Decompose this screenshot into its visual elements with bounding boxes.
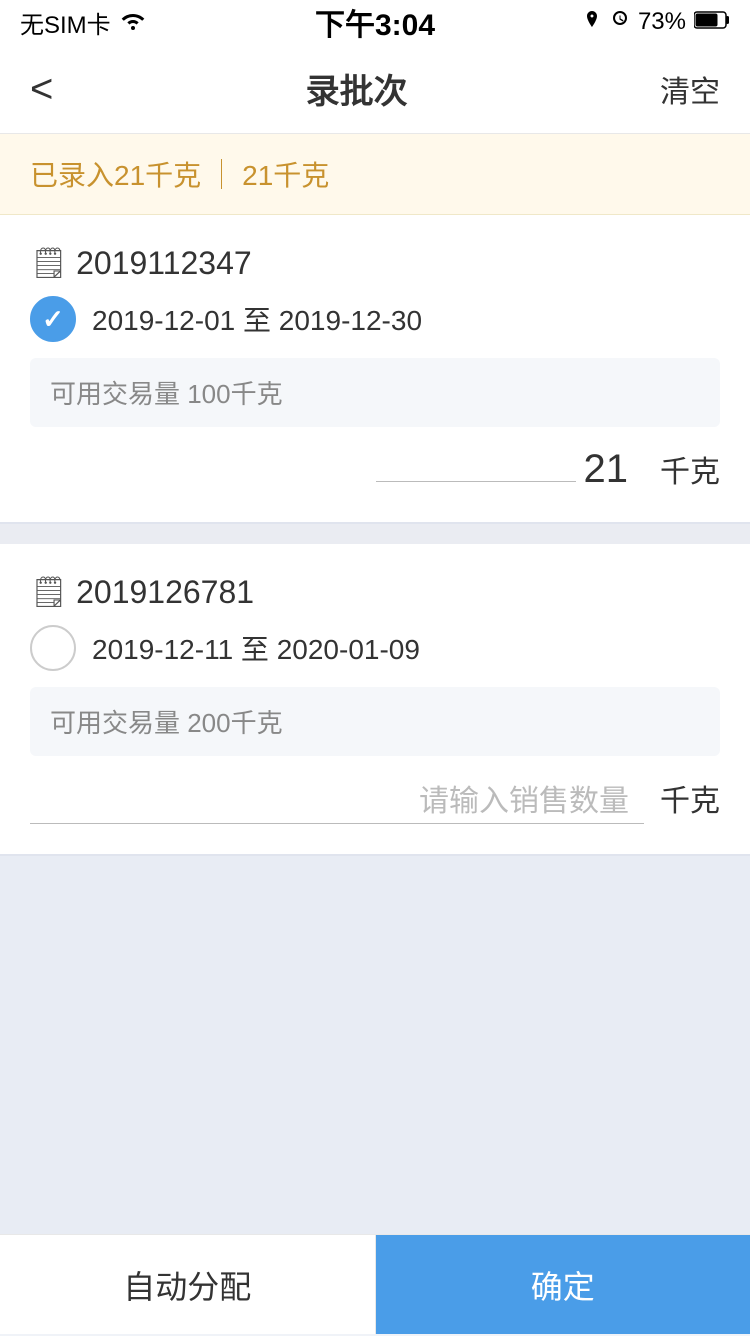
confirm-button[interactable]: 确定 (376, 1235, 750, 1334)
clear-button[interactable]: 清空 (660, 67, 720, 111)
location-icon (582, 8, 602, 36)
wifi-icon (119, 8, 147, 37)
batch1-avail: 可用交易量 100千克 (30, 358, 720, 427)
batch2-quantity-input[interactable] (30, 785, 644, 824)
batch1-radio[interactable] (30, 296, 76, 342)
battery-icon (694, 8, 730, 36)
empty-area (0, 856, 750, 1236)
batch2-input-area[interactable] (30, 785, 644, 824)
carrier-text: 无SIM卡 (20, 5, 111, 40)
status-left: 无SIM卡 (20, 5, 147, 40)
batch2-icon: 🗒 (30, 575, 68, 610)
status-bar: 无SIM卡 下午3:04 73% (0, 0, 750, 44)
batch2-avail: 可用交易量 200千克 (30, 687, 720, 756)
batch1-amount-wrapper: 21 千克 (0, 427, 750, 524)
batch1-unit: 千克 (660, 447, 720, 491)
bottom-bar: 自动分配 确定 (0, 1234, 750, 1334)
batch2-unit: 千克 (660, 776, 720, 820)
batch1-id-row: 🗒 2019112347 (30, 245, 720, 282)
batch1-amount-line (376, 481, 576, 482)
batch2-card: 🗒 2019126781 2019-12-11 至 2020-01-09 可用交… (0, 544, 750, 756)
batch1-card: 🗒 2019112347 2019-12-01 至 2019-12-30 可用交… (0, 215, 750, 427)
total-amount: 21千克 (242, 154, 329, 194)
batch2-date-row[interactable]: 2019-12-11 至 2020-01-09 (30, 625, 720, 671)
section-separator (0, 524, 750, 544)
battery-text: 73% (638, 8, 686, 36)
batch2-radio[interactable] (30, 625, 76, 671)
batch1-date-row[interactable]: 2019-12-01 至 2019-12-30 (30, 296, 720, 342)
recorded-amount: 已录入21千克 (30, 154, 201, 194)
auto-distribute-button[interactable]: 自动分配 (0, 1235, 376, 1334)
batch1-id: 2019112347 (76, 245, 252, 282)
status-right: 73% (582, 8, 730, 36)
batch2-id: 2019126781 (76, 574, 254, 611)
batch1-avail-text: 可用交易量 100千克 (50, 379, 283, 409)
info-banner: 已录入21千克 21千克 (0, 134, 750, 215)
alarm-icon (610, 8, 630, 36)
banner-divider (221, 159, 222, 189)
back-button[interactable]: < (30, 69, 53, 109)
batch2-id-row: 🗒 2019126781 (30, 574, 720, 611)
batch2-input-row[interactable]: 千克 (0, 756, 750, 856)
batch2-avail-text: 可用交易量 200千克 (50, 708, 283, 738)
batch1-amount-value: 21 (584, 447, 629, 492)
batch2-date: 2019-12-11 至 2020-01-09 (92, 628, 420, 668)
status-time: 下午3:04 (315, 0, 435, 44)
batch1-date: 2019-12-01 至 2019-12-30 (92, 299, 422, 339)
nav-bar: < 录批次 清空 (0, 44, 750, 134)
batch1-icon: 🗒 (30, 246, 68, 281)
page-title: 录批次 (306, 64, 408, 113)
